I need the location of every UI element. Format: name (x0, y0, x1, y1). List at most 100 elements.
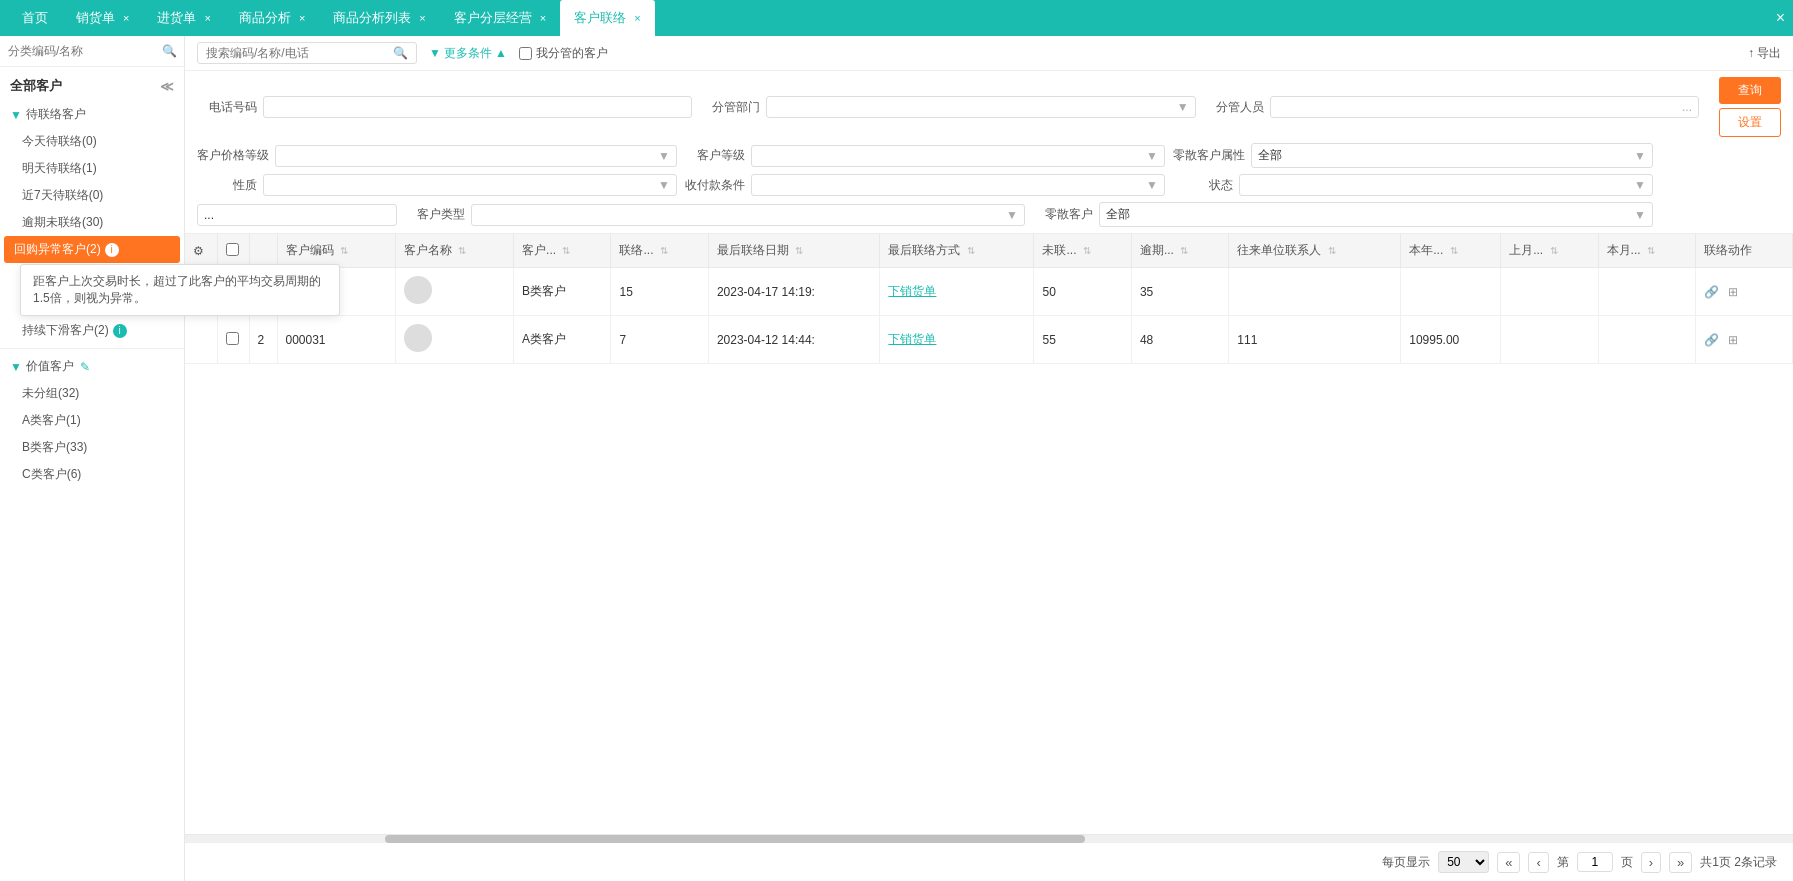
nav-product-analysis[interactable]: 商品分析 × (225, 0, 319, 36)
cell-last-method-1[interactable]: 下销货单 (880, 316, 1034, 364)
next-page-button[interactable]: › (1641, 852, 1661, 873)
all-customers-label: 全部客户 (10, 77, 62, 95)
sidebar-section-pending[interactable]: ▼ 待联络客户 (0, 101, 184, 128)
extra-dots-select[interactable]: ... (197, 204, 397, 226)
action-buttons: 查询 设置 (1719, 77, 1781, 137)
col-contact[interactable]: 联络... ⇅ (611, 234, 708, 268)
col-action: 联络动作 (1696, 234, 1793, 268)
nav-sales-order[interactable]: 销货单 × (62, 0, 143, 36)
col-type[interactable]: 客户... ⇅ (514, 234, 611, 268)
price-level-select[interactable]: ▼ (275, 145, 677, 167)
sidebar-item-abnormal-repurchase[interactable]: 回购异常客户(2) i (4, 236, 180, 263)
filter-retail-attr: 零散客户属性 全部 ▼ (1173, 143, 1653, 168)
sidebar-item-ungroup[interactable]: 未分组(32) (0, 380, 184, 407)
select-all-checkbox[interactable] (226, 243, 239, 256)
status-select[interactable]: ▼ (1239, 174, 1653, 196)
nav-close-sales[interactable]: × (123, 0, 129, 36)
col-name[interactable]: 客户名称 ⇅ (395, 234, 513, 268)
nav-close-product-list[interactable]: × (419, 0, 425, 36)
sidebar-item-tomorrow[interactable]: 明天待联络(1) (0, 155, 184, 182)
cell-last-method-0[interactable]: 下销货单 (880, 268, 1034, 316)
nav-product-analysis-list[interactable]: 商品分析列表 × (319, 0, 439, 36)
close-all-tabs[interactable]: × (1776, 9, 1785, 27)
action-link-icon-1[interactable]: 🔗 (1704, 333, 1719, 347)
nav-home[interactable]: 首页 (8, 0, 62, 36)
sidebar-body: 全部客户 ≪ ▼ 待联络客户 今天待联络(0) 明天待联络(1) 近7天待联络(… (0, 67, 184, 881)
sidebar-item-today[interactable]: 今天待联络(0) (0, 128, 184, 155)
col-code[interactable]: 客户编码 ⇅ (277, 234, 395, 268)
col-uncontacted[interactable]: 未联... ⇅ (1034, 234, 1131, 268)
sidebar-item-c-class[interactable]: C类客户(6) (0, 461, 184, 488)
cell-contact-0: 15 (611, 268, 708, 316)
nav-customer-contact[interactable]: 客户联络 × (560, 0, 654, 36)
col-last-method[interactable]: 最后联络方式 ⇅ (880, 234, 1034, 268)
person-select[interactable]: ... (1270, 96, 1699, 118)
customer-search-input[interactable] (206, 46, 393, 60)
page-number-input[interactable] (1577, 852, 1613, 872)
nav-close-purchase[interactable]: × (204, 0, 210, 36)
first-page-button[interactable]: « (1497, 852, 1520, 873)
my-customers-filter: 我分管的客户 (519, 45, 608, 62)
col-contacts-from[interactable]: 往来单位联系人 ⇅ (1229, 234, 1401, 268)
sidebar-search-input[interactable] (8, 44, 158, 58)
retail-customer-select[interactable]: 全部 ▼ (1099, 202, 1653, 227)
cell-action-1: 🔗 ⊞ (1696, 316, 1793, 364)
nav-purchase-order[interactable]: 进货单 × (143, 0, 224, 36)
scrollbar-thumb[interactable] (385, 835, 1085, 843)
avatar-1 (404, 324, 432, 352)
payment-select[interactable]: ▼ (751, 174, 1165, 196)
price-level-caret: ▼ (658, 149, 670, 163)
filter-row-1: 电话号码 分管部门 ▼ 分管人员 ... (197, 77, 1781, 137)
prev-page-button[interactable]: ‹ (1528, 852, 1548, 873)
link-method-1[interactable]: 下销货单 (888, 332, 936, 346)
link-method-0[interactable]: 下销货单 (888, 284, 936, 298)
search-box: 🔍 (197, 42, 417, 64)
sidebar-section-value[interactable]: ▼ 价值客户 ✎ (0, 353, 184, 380)
export-button[interactable]: ↑ 导出 (1748, 45, 1781, 62)
action-more-icon-1[interactable]: ⊞ (1728, 333, 1738, 347)
col-last-month[interactable]: 上月... ⇅ (1501, 234, 1598, 268)
my-customers-checkbox[interactable] (519, 47, 532, 60)
sidebar-item-b-class[interactable]: B类客户(33) (0, 434, 184, 461)
cell-this-month-0 (1598, 268, 1695, 316)
customer-level-select[interactable]: ▼ (751, 145, 1165, 167)
edit-icon-value[interactable]: ✎ (80, 360, 90, 374)
sidebar-item-7days[interactable]: 近7天待联络(0) (0, 182, 184, 209)
dept-select[interactable]: ▼ (766, 96, 1195, 118)
col-settings[interactable]: ⚙ (185, 234, 217, 268)
filter-status: 状态 ▼ (1173, 174, 1653, 196)
more-conditions-button[interactable]: ▼ 更多条件 ▲ (429, 45, 507, 62)
action-link-icon-0[interactable]: 🔗 (1704, 285, 1719, 299)
filter-top-bar: 🔍 ▼ 更多条件 ▲ 我分管的客户 ↑ 导出 (185, 36, 1793, 71)
sidebar-collapse-icon[interactable]: ≪ (160, 79, 174, 94)
sidebar-item-a-class[interactable]: A类客户(1) (0, 407, 184, 434)
customers-table: ⚙ 客户编码 ⇅ 客户名称 ⇅ 客户... ⇅ 联络... ⇅ 最后联络日期 ⇅… (185, 234, 1793, 364)
nav-close-product[interactable]: × (299, 0, 305, 36)
per-page-select[interactable]: 50 20 100 (1438, 851, 1489, 873)
col-this-year[interactable]: 本年... ⇅ (1401, 234, 1501, 268)
row-checkbox-1[interactable] (226, 332, 239, 345)
action-more-icon-0[interactable]: ⊞ (1728, 285, 1738, 299)
horizontal-scrollbar[interactable] (185, 834, 1793, 842)
query-button[interactable]: 查询 (1719, 77, 1781, 104)
retail-attr-select[interactable]: 全部 ▼ (1251, 143, 1653, 168)
settings-button[interactable]: 设置 (1719, 108, 1781, 137)
cell-contacts-from-0 (1229, 268, 1401, 316)
sidebar-item-overdue[interactable]: 逾期未联络(30) (0, 209, 184, 236)
cell-action-0: 🔗 ⊞ (1696, 268, 1793, 316)
nature-select[interactable]: ▼ (263, 174, 677, 196)
customer-type-select[interactable]: ▼ (471, 204, 1025, 226)
nav-close-tier[interactable]: × (540, 0, 546, 36)
sidebar-all-customers[interactable]: 全部客户 ≪ (0, 71, 184, 101)
filter-expanded-rows: 电话号码 分管部门 ▼ 分管人员 ... (185, 71, 1793, 234)
filter-retail-customer: 零散客户 全部 ▼ (1033, 202, 1653, 227)
col-last-date[interactable]: 最后联络日期 ⇅ (708, 234, 880, 268)
nav-customer-tier[interactable]: 客户分层经营 × (440, 0, 560, 36)
col-overdue[interactable]: 逾期... ⇅ (1131, 234, 1228, 268)
nav-close-contact[interactable]: × (634, 0, 640, 36)
sidebar-item-declining[interactable]: 持续下滑客户(2) i (0, 317, 184, 344)
phone-input[interactable] (263, 96, 692, 118)
cell-this-month-1 (1598, 316, 1695, 364)
col-this-month[interactable]: 本月... ⇅ (1598, 234, 1695, 268)
last-page-button[interactable]: » (1669, 852, 1692, 873)
